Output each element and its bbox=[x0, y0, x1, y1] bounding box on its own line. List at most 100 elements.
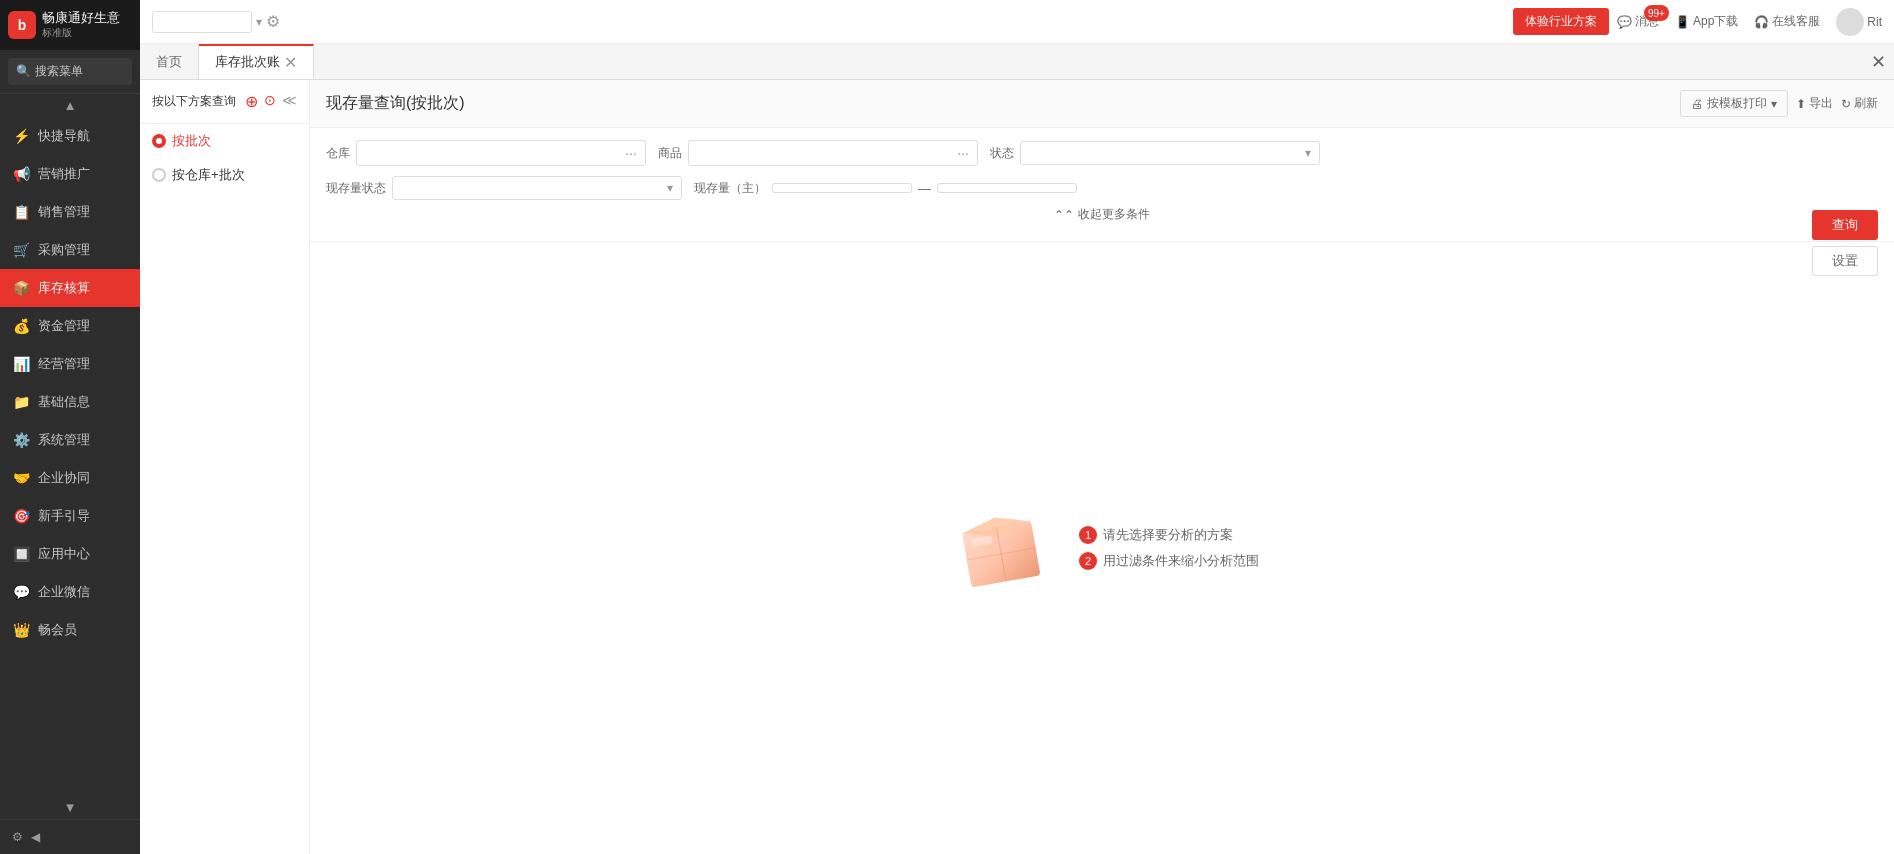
warehouse-label: 仓库 bbox=[326, 145, 350, 162]
user-avatar-button[interactable]: Rit bbox=[1836, 8, 1882, 36]
status-dropdown-icon: ▾ bbox=[1305, 146, 1311, 160]
sidebar-item-inventory[interactable]: 📦 库存核算 bbox=[0, 269, 140, 307]
product-dots[interactable]: ··· bbox=[957, 145, 969, 161]
sidebar-item-wechat[interactable]: 💬 企业微信 bbox=[0, 573, 140, 611]
purchase-icon: 🛒 bbox=[12, 241, 30, 259]
sidebar-item-label: 畅会员 bbox=[38, 621, 77, 639]
stock-status-select[interactable]: ▾ bbox=[392, 176, 682, 200]
online-service-label: 在线客服 bbox=[1772, 13, 1820, 30]
tab-inventory-batch[interactable]: 库存批次账 ✕ bbox=[199, 44, 314, 79]
app-name: 畅康通好生意 bbox=[42, 10, 120, 26]
scroll-up-button[interactable]: ▲ bbox=[0, 94, 140, 117]
product-label: 商品 bbox=[658, 145, 682, 162]
settings-footer-icon[interactable]: ⚙ bbox=[12, 830, 23, 844]
tab-home[interactable]: 首页 bbox=[140, 44, 199, 79]
sidebar-item-base[interactable]: 📁 基础信息 bbox=[0, 383, 140, 421]
topbar-settings-icon[interactable]: ⚙ bbox=[266, 12, 280, 31]
print-dropdown-icon: ▾ bbox=[1771, 97, 1777, 111]
scheme-settings-icon[interactable]: ⊙ bbox=[264, 92, 276, 111]
sidebar-item-label: 库存核算 bbox=[38, 279, 90, 297]
sidebar-item-purchase[interactable]: 🛒 采购管理 bbox=[0, 231, 140, 269]
phone-icon: 📱 bbox=[1675, 15, 1690, 29]
left-panel-title: 按以下方案查询 bbox=[152, 93, 236, 110]
newbie-icon: 🎯 bbox=[12, 507, 30, 525]
stock-quantity-to[interactable] bbox=[937, 183, 1077, 193]
radio-by-batch bbox=[152, 134, 166, 148]
page-close-area: ✕ bbox=[1867, 51, 1894, 73]
status-input[interactable]: ▾ bbox=[1020, 141, 1320, 165]
left-panel-header: 按以下方案查询 ⊕ ⊙ ≪ bbox=[140, 80, 309, 124]
search-icon: 🔍 bbox=[16, 64, 31, 78]
trial-button[interactable]: 体验行业方案 bbox=[1513, 8, 1609, 35]
page-close-button[interactable]: ✕ bbox=[1871, 51, 1886, 73]
refresh-button[interactable]: ↻ 刷新 bbox=[1841, 95, 1878, 112]
refresh-label: 刷新 bbox=[1854, 95, 1878, 112]
stock-quantity-dash: — bbox=[918, 181, 931, 196]
enterprise-icon: 🤝 bbox=[12, 469, 30, 487]
quick-nav-icon: ⚡ bbox=[12, 127, 30, 145]
sidebar-item-apps[interactable]: 🔲 应用中心 bbox=[0, 535, 140, 573]
scheme-by-batch[interactable]: 按批次 bbox=[140, 124, 309, 158]
online-service-button[interactable]: 🎧 在线客服 bbox=[1754, 13, 1820, 30]
collapse-left-button[interactable]: ≪ bbox=[282, 92, 297, 111]
export-button[interactable]: ⬆ 导出 bbox=[1796, 95, 1833, 112]
messages-badge: 99+ bbox=[1644, 5, 1669, 21]
scroll-down-button[interactable]: ▼ bbox=[0, 796, 140, 819]
empty-state: 1 请先选择要分析的方案 2 用过滤条件来缩小分析范围 bbox=[310, 242, 1894, 854]
sidebar-item-label: 基础信息 bbox=[38, 393, 90, 411]
sidebar-item-system[interactable]: ⚙️ 系统管理 bbox=[0, 421, 140, 459]
sidebar-item-finance[interactable]: 💰 资金管理 bbox=[0, 307, 140, 345]
sidebar-item-operations[interactable]: 📊 经营管理 bbox=[0, 345, 140, 383]
warehouse-input[interactable]: ··· bbox=[356, 140, 646, 166]
operations-icon: 📊 bbox=[12, 355, 30, 373]
filter-area: 仓库 ··· 商品 ··· 状态 bbox=[310, 128, 1894, 242]
query-button[interactable]: 查询 bbox=[1812, 210, 1878, 240]
dropdown-icon[interactable]: ▾ bbox=[256, 15, 262, 29]
main-area: ▾ ⚙ 体验行业方案 💬 消息 99+ 📱 App下载 🎧 在线客服 Rit bbox=[140, 0, 1894, 854]
sidebar-item-label: 企业微信 bbox=[38, 583, 90, 601]
stock-status-label: 现存量状态 bbox=[326, 180, 386, 197]
sidebar-item-label: 快捷导航 bbox=[38, 127, 90, 145]
tab-close-button[interactable]: ✕ bbox=[284, 53, 297, 72]
scheme-by-warehouse-batch[interactable]: 按仓库+批次 bbox=[140, 158, 309, 192]
collapse-sidebar-button[interactable]: ◀ bbox=[31, 830, 40, 844]
marketing-icon: 📢 bbox=[12, 165, 30, 183]
sidebar-header: b 畅康通好生意 标准版 bbox=[0, 0, 140, 50]
print-button[interactable]: 🖨 按模板打印 ▾ bbox=[1680, 90, 1788, 117]
sidebar-item-label: 应用中心 bbox=[38, 545, 90, 563]
stock-quantity-label: 现存量（主） bbox=[694, 180, 766, 197]
tip-num-1: 1 bbox=[1079, 526, 1097, 544]
sidebar-item-enterprise[interactable]: 🤝 企业协同 bbox=[0, 459, 140, 497]
settings-button[interactable]: 设置 bbox=[1812, 246, 1878, 276]
search-menu-button[interactable]: 🔍 搜索菜单 bbox=[8, 58, 132, 85]
sidebar-item-sales[interactable]: 📋 销售管理 bbox=[0, 193, 140, 231]
add-scheme-button[interactable]: ⊕ bbox=[245, 92, 258, 111]
sidebar-item-quick-nav[interactable]: ⚡ 快捷导航 bbox=[0, 117, 140, 155]
sidebar-item-label: 采购管理 bbox=[38, 241, 90, 259]
app-version: 标准版 bbox=[42, 26, 120, 40]
sidebar-item-member[interactable]: 👑 畅会员 bbox=[0, 611, 140, 649]
sidebar-item-marketing[interactable]: 📢 营销推广 bbox=[0, 155, 140, 193]
sidebar-item-label: 经营管理 bbox=[38, 355, 90, 373]
sidebar-nav: ⚡ 快捷导航 📢 营销推广 📋 销售管理 🛒 采购管理 📦 库存核算 💰 资金管… bbox=[0, 117, 140, 796]
wechat-icon: 💬 bbox=[12, 583, 30, 601]
system-icon: ⚙️ bbox=[12, 431, 30, 449]
app-download-label: App下载 bbox=[1693, 13, 1738, 30]
sidebar-item-newbie[interactable]: 🎯 新手引导 bbox=[0, 497, 140, 535]
page-titlebar: 现存量查询(按批次) 🖨 按模板打印 ▾ ⬆ 导出 ↻ 刷新 bbox=[310, 80, 1894, 128]
tab-inventory-batch-label: 库存批次账 bbox=[215, 53, 280, 71]
warehouse-dots[interactable]: ··· bbox=[625, 145, 637, 161]
sidebar-item-label: 新手引导 bbox=[38, 507, 90, 525]
messages-button[interactable]: 💬 消息 99+ bbox=[1617, 13, 1659, 30]
topbar-search-input[interactable] bbox=[152, 11, 252, 33]
product-input[interactable]: ··· bbox=[688, 140, 978, 166]
export-label: 导出 bbox=[1809, 95, 1833, 112]
stock-quantity-from[interactable] bbox=[772, 183, 912, 193]
app-download-button[interactable]: 📱 App下载 bbox=[1675, 13, 1738, 30]
radio-inner bbox=[156, 138, 162, 144]
empty-tip-1: 1 请先选择要分析的方案 bbox=[1079, 526, 1259, 544]
tab-home-label: 首页 bbox=[156, 53, 182, 71]
collapse-filter-button[interactable]: ⌃⌃ 收起更多条件 bbox=[326, 200, 1878, 229]
topbar-breadcrumb: ▾ ⚙ bbox=[152, 11, 1505, 33]
inventory-icon: 📦 bbox=[12, 279, 30, 297]
